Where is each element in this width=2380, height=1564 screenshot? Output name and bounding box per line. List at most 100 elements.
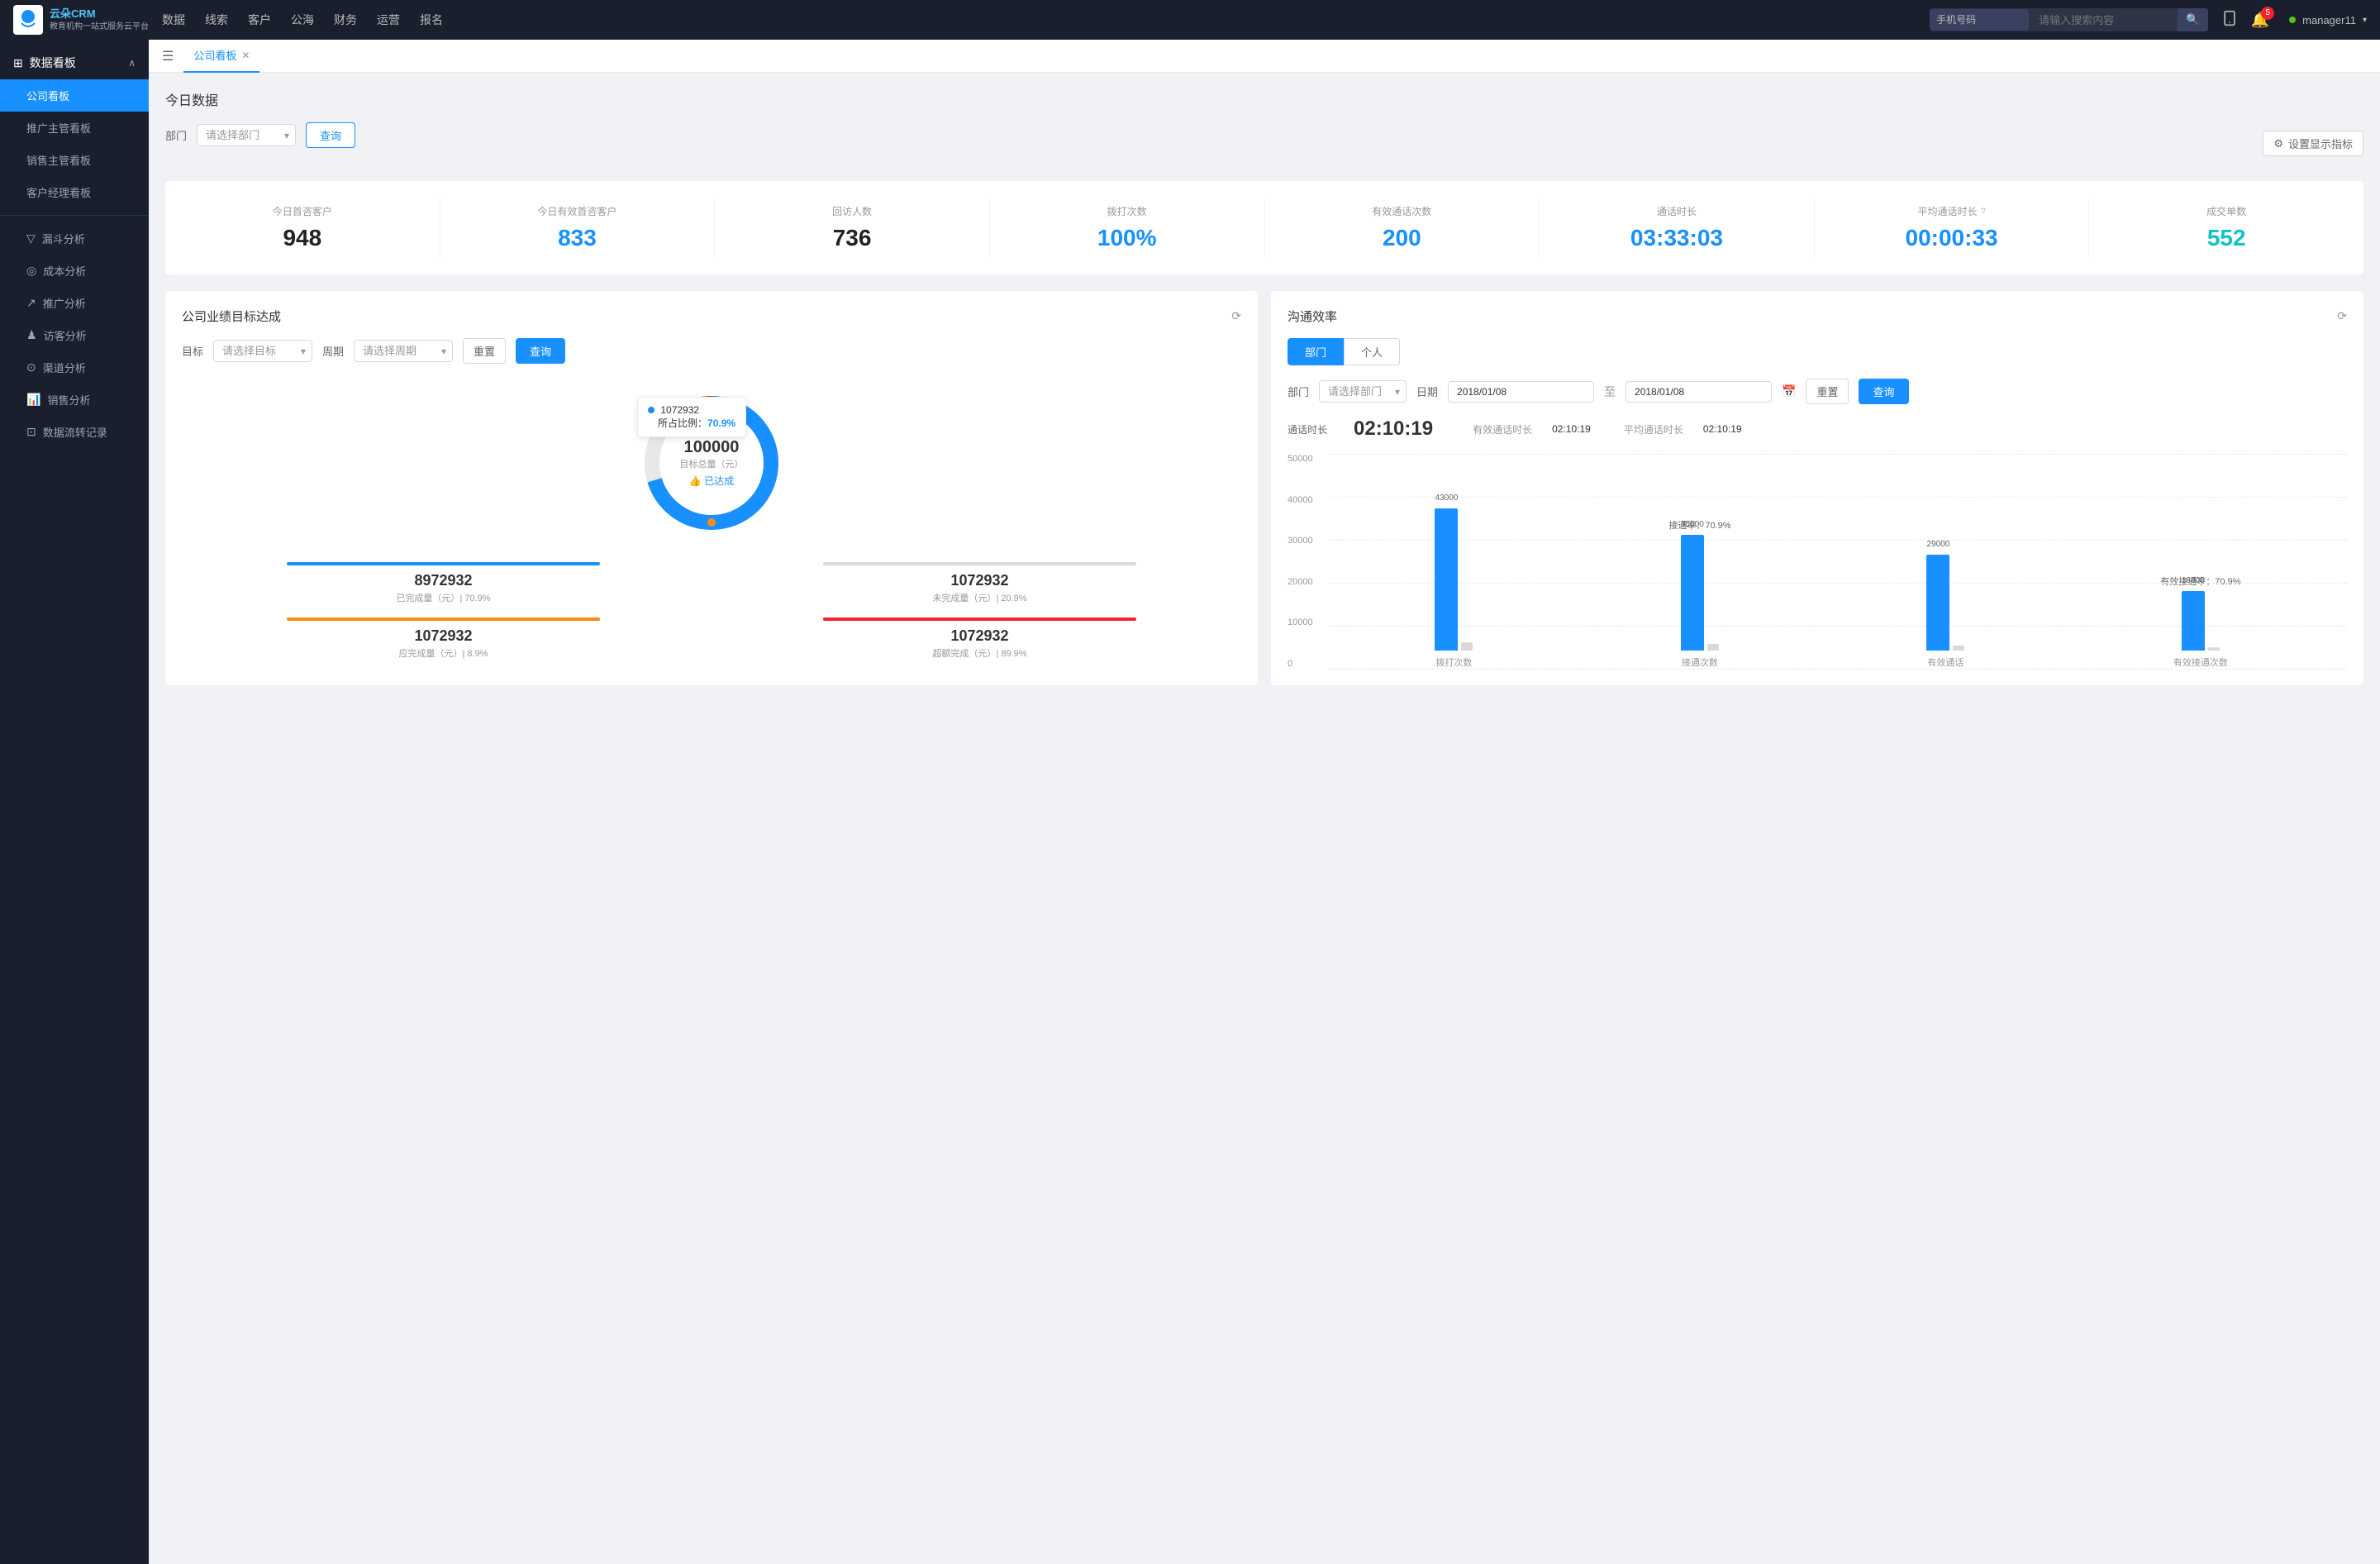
nav-customers[interactable]: 客户: [248, 8, 271, 31]
date-separator: 至: [1604, 384, 1616, 400]
comm-card-title: 沟通效率: [1288, 308, 1337, 325]
sidebar: ⊞ 数据看板 ∧ 公司看板 推广主管看板 销售主管看板 客户经理看板 ▽ 漏斗分…: [0, 40, 149, 1564]
sidebar-item-data-flow[interactable]: ⊡ 数据流转记录: [0, 416, 149, 448]
top-nav: 云朵CRM 教育机构一站式服务云平台 数据 线索 客户 公海 财务 运营 报名 …: [0, 0, 2380, 40]
comm-dept-select[interactable]: 请选择部门: [1319, 380, 1407, 403]
y-label: 20000: [1288, 577, 1322, 587]
search-type-select[interactable]: 手机号码: [1930, 9, 2029, 31]
sidebar-item-label: 销售分析: [47, 392, 90, 408]
nav-operations[interactable]: 运营: [377, 8, 400, 31]
refresh-icon[interactable]: ⟳: [1231, 309, 1241, 323]
donut-container: 1072932 所占比例：70.9%: [629, 380, 794, 546]
nav-leads[interactable]: 线索: [205, 8, 228, 31]
period-select[interactable]: 请选择周期: [354, 340, 453, 362]
target-stat-should-complete: 1072932 应完成量（元）| 8.9%: [182, 617, 705, 660]
comm-query-button[interactable]: 查询: [1859, 379, 1908, 404]
sidebar-collapse-icon[interactable]: ∧: [128, 57, 136, 69]
sidebar-item-visitor[interactable]: ♟ 访客分析: [0, 319, 149, 351]
comm-main-time-label: 通话时长: [1288, 422, 1327, 436]
nav-public[interactable]: 公海: [291, 8, 314, 31]
sidebar-item-channel[interactable]: ⊙ 渠道分析: [0, 351, 149, 384]
settings-button[interactable]: ⚙ 设置显示指标: [2263, 131, 2363, 156]
target-select[interactable]: 请选择目标: [213, 340, 312, 362]
comm-tab-individual[interactable]: 个人: [1344, 338, 1400, 365]
sidebar-item-sales-board[interactable]: 销售主管看板: [0, 144, 149, 176]
funnel-icon: ▽: [26, 231, 36, 246]
sidebar-item-cost[interactable]: ◎ 成本分析: [0, 255, 149, 287]
search-input[interactable]: [2029, 9, 2178, 31]
tab-bar: ☰ 公司看板 ✕: [149, 40, 2380, 73]
donut-center-text: 100000 目标总量（元） 👍 已达成: [680, 438, 744, 488]
tooltip-value: 1072932: [660, 404, 699, 416]
sidebar-section-title: 数据看板: [30, 55, 76, 71]
target-reset-button[interactable]: 重置: [463, 338, 506, 364]
comm-reset-button[interactable]: 重置: [1806, 379, 1849, 404]
stat-first-consult: 今日首咨客户 948: [165, 198, 440, 258]
should-complete-label: 应完成量（元）| 8.9%: [182, 646, 705, 660]
search-button[interactable]: 🔍: [2178, 8, 2208, 31]
card-header: 公司业绩目标达成 ⟳: [182, 308, 1241, 325]
stat-label: 成交单数: [2102, 204, 2350, 218]
period-label: 周期: [322, 343, 344, 359]
tooltip-percent-label: 所占比例：70.9%: [648, 417, 735, 429]
nav-finance[interactable]: 财务: [334, 8, 357, 31]
tab-close-icon[interactable]: ✕: [241, 50, 250, 61]
stats-row: 今日首咨客户 948 今日有效首咨客户 833 回访人数 736 拨打次数 10…: [165, 181, 2363, 274]
comm-dept-label: 部门: [1288, 384, 1309, 399]
two-col-section: 公司业绩目标达成 ⟳ 目标 请选择目标 周期 请选: [165, 291, 2363, 685]
bar-val: 18000: [2182, 576, 2205, 585]
hamburger-icon[interactable]: ☰: [162, 48, 174, 64]
stat-value: 552: [2102, 225, 2350, 251]
settings-icon: ⚙: [2273, 137, 2283, 150]
stat-valid-consult: 今日有效首咨客户 833: [440, 198, 716, 258]
completed-bar: [287, 562, 601, 565]
comm-refresh-icon[interactable]: ⟳: [2337, 309, 2347, 323]
sidebar-item-sales-analysis[interactable]: 📊 销售分析: [0, 384, 149, 416]
sidebar-item-label: 公司看板: [26, 88, 69, 103]
notification-badge: 5: [2261, 7, 2274, 20]
stat-label: 通话时长: [1553, 204, 1801, 218]
notification-icon[interactable]: 🔔 5: [2251, 12, 2269, 29]
target-label: 目标: [182, 343, 203, 359]
sidebar-item-funnel[interactable]: ▽ 漏斗分析: [0, 222, 149, 255]
sidebar-item-label: 推广主管看板: [26, 120, 91, 136]
sidebar-item-company-board[interactable]: 公司看板: [0, 79, 149, 112]
nav-data[interactable]: 数据: [162, 8, 185, 31]
user-dropdown-icon: ▾: [2363, 16, 2367, 25]
communication-card: 沟通效率 ⟳ 部门 个人 部门 请选择部门: [1271, 291, 2363, 685]
sidebar-item-promotion-board[interactable]: 推广主管看板: [0, 112, 149, 144]
comm-date-start[interactable]: [1448, 381, 1594, 403]
stat-value: 833: [454, 225, 702, 251]
sidebar-item-promotion[interactable]: ↗ 推广分析: [0, 287, 149, 319]
username: manager11: [2302, 14, 2356, 26]
stat-label: 今日首咨客户: [178, 204, 426, 218]
nav-signup[interactable]: 报名: [420, 8, 443, 31]
dept-select[interactable]: 请选择部门: [197, 124, 296, 146]
help-icon: ?: [1981, 207, 1986, 217]
donut-tooltip: 1072932 所占比例：70.9%: [637, 397, 746, 437]
comm-tab-dept[interactable]: 部门: [1288, 338, 1344, 365]
sidebar-item-label: 成本分析: [43, 263, 86, 279]
y-label: 50000: [1288, 454, 1322, 464]
promotion-icon: ↗: [26, 296, 36, 310]
nav-items: 数据 线索 客户 公海 财务 运营 报名: [162, 8, 1930, 31]
sidebar-item-label: 漏斗分析: [42, 231, 85, 246]
tab-company-board[interactable]: 公司看板 ✕: [183, 40, 259, 73]
comm-date-end[interactable]: [1626, 381, 1772, 403]
today-query-button[interactable]: 查询: [306, 122, 355, 148]
y-label: 0: [1288, 659, 1322, 669]
bar-val: 35000: [1681, 520, 1704, 529]
sidebar-item-customer-board[interactable]: 客户经理看板: [0, 176, 149, 208]
logo: 云朵CRM 教育机构一站式服务云平台: [13, 5, 162, 35]
exceeded-bar: [823, 617, 1137, 621]
mobile-icon[interactable]: [2221, 10, 2238, 31]
donut-chart-area: 1072932 所占比例：70.9%: [182, 380, 1241, 546]
should-complete-value: 1072932: [182, 627, 705, 645]
today-section-title: 今日数据: [165, 89, 2363, 109]
tab-label: 公司看板: [193, 47, 236, 63]
stat-avg-duration: 平均通话时长 ? 00:00:33: [1815, 198, 2090, 258]
user-info[interactable]: manager11 ▾: [2289, 14, 2367, 26]
sidebar-grid-icon: ⊞: [13, 56, 23, 70]
target-query-button[interactable]: 查询: [516, 338, 565, 364]
stat-effective-calls: 有效通话次数 200: [1265, 198, 1540, 258]
